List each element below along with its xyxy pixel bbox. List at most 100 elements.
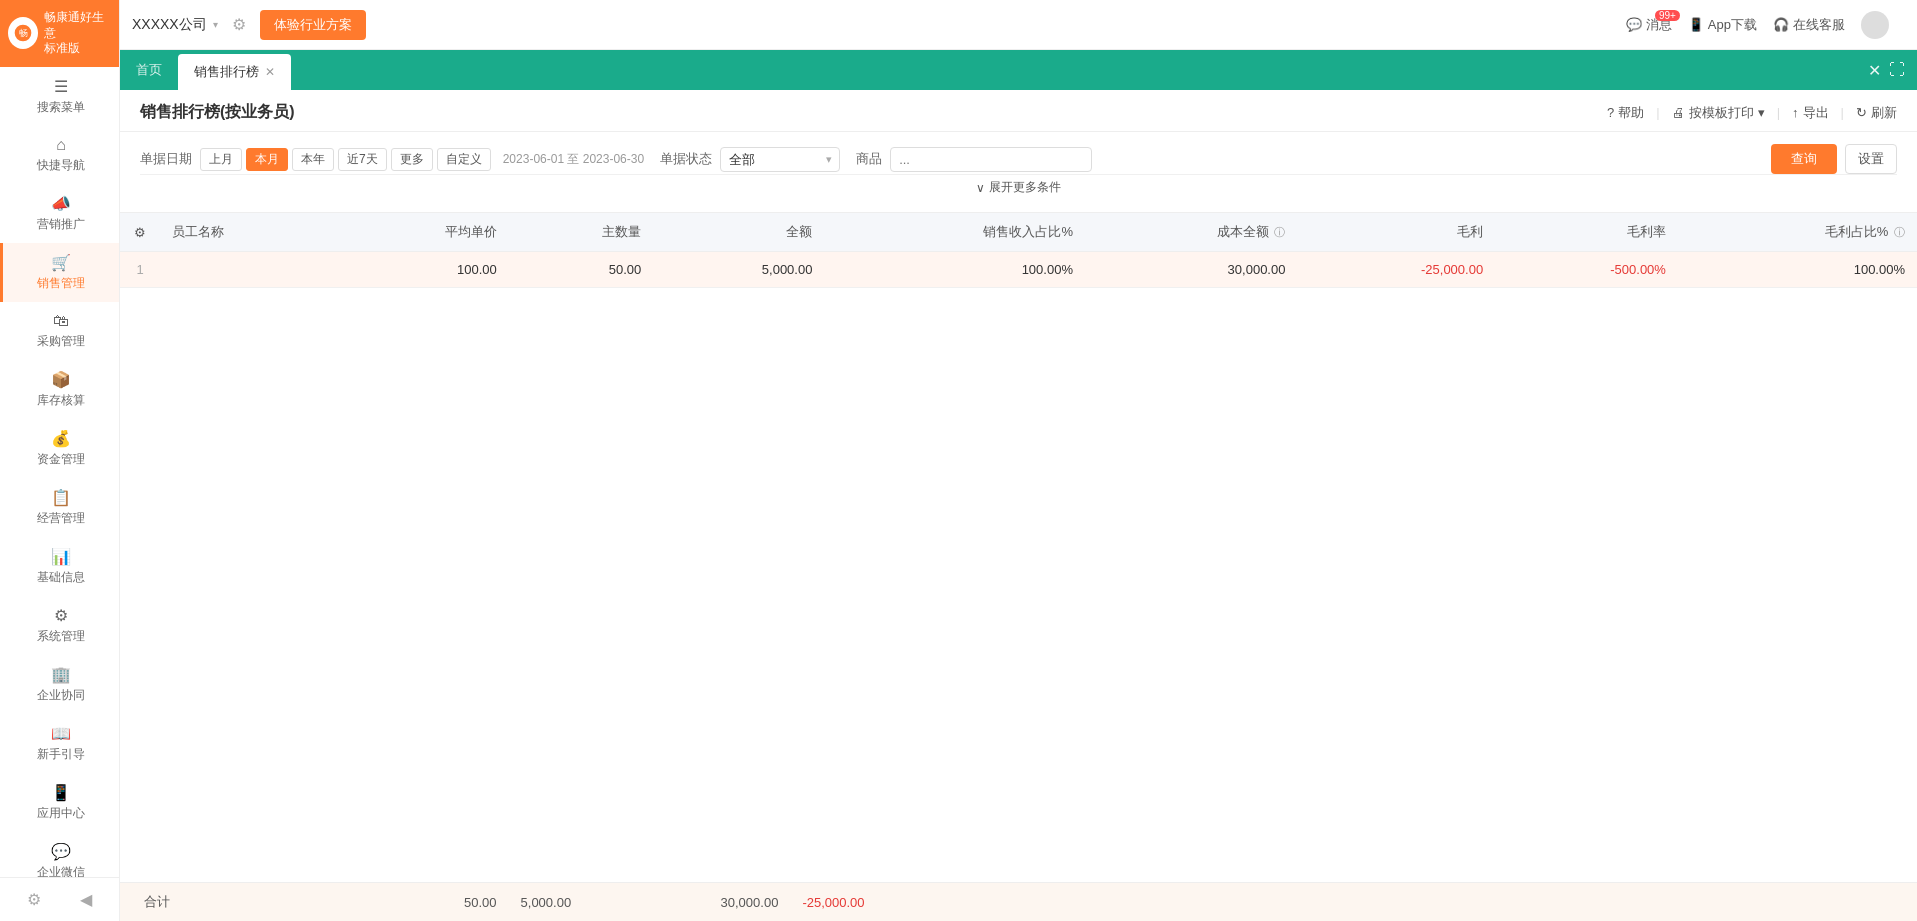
sidebar-item-sales[interactable]: 🛒 销售管理 — [0, 243, 119, 302]
sidebar-item-app-center[interactable]: 📱 应用中心 — [0, 773, 119, 832]
prev-month-btn[interactable]: 上月 — [200, 148, 242, 171]
expand-conditions-btn[interactable]: ∨ 展开更多条件 — [976, 179, 1061, 196]
trial-btn[interactable]: 体验行业方案 — [260, 10, 366, 40]
sidebar-item-enterprise[interactable]: 🏢 企业协同 — [0, 655, 119, 714]
sidebar-item-quick-nav[interactable]: ⌂ 快捷导航 — [0, 126, 119, 184]
sidebar-collapse-btn[interactable]: ◀ — [76, 886, 96, 913]
date-range-text: 2023-06-01 至 2023-06-30 — [503, 151, 644, 168]
sidebar-item-marketing[interactable]: 📣 营销推广 — [0, 184, 119, 243]
service-btn[interactable]: 🎧 在线客服 — [1773, 16, 1845, 34]
col-amount: 全额 — [653, 213, 824, 252]
cell-qty: 50.00 — [509, 252, 654, 288]
goods-input[interactable] — [890, 147, 1092, 172]
wechat-icon: 💬 — [51, 842, 71, 861]
cost-info-icon: ⓘ — [1274, 226, 1285, 238]
query-btn[interactable]: 查询 — [1771, 144, 1837, 174]
footer-amount: 5,000.00 — [509, 895, 609, 910]
inventory-icon: 📦 — [51, 370, 71, 389]
topbar-right: 💬 消息 99+ 📱 App下载 🎧 在线客服 — [1626, 11, 1905, 39]
col-settings-icon[interactable]: ⚙ — [134, 225, 146, 240]
page-title: 销售排行榜(按业务员) — [140, 102, 295, 123]
expand-bar: ∨ 展开更多条件 — [140, 174, 1897, 200]
cell-amount: 5,000.00 — [653, 252, 824, 288]
filter-actions: 查询 设置 — [1771, 144, 1897, 174]
more-btn[interactable]: 更多 — [391, 148, 433, 171]
guide-icon: 📖 — [51, 724, 71, 743]
goods-input-wrap — [890, 147, 1092, 172]
data-table: ⚙ 员工名称 平均单价 主数量 全额 销售收入占比% 成本全额 ⓘ 毛利 毛利率 — [120, 213, 1917, 288]
col-gross-rate: 毛利率 — [1495, 213, 1678, 252]
sidebar-settings-btn[interactable]: ⚙ — [23, 886, 45, 913]
sidebar-item-inventory[interactable]: 📦 库存核算 — [0, 360, 119, 419]
tab-close-icon[interactable]: ✕ — [265, 65, 275, 79]
system-icon: ⚙ — [54, 606, 68, 625]
sidebar-item-basic-info[interactable]: 📊 基础信息 — [0, 537, 119, 596]
content-area: 销售排行榜(按业务员) ? 帮助 | 🖨 按模板打印 ▾ | ↑ 导出 | — [120, 90, 1917, 921]
filter-settings-btn[interactable]: 设置 — [1845, 144, 1897, 174]
footer-cost: 30,000.00 — [709, 895, 791, 910]
tab-home[interactable]: 首页 — [120, 50, 178, 90]
col-settings: ⚙ — [120, 213, 160, 252]
cell-rank: 1 — [120, 252, 160, 288]
current-month-btn[interactable]: 本月 — [246, 148, 288, 171]
sidebar-item-operations[interactable]: 📋 经营管理 — [0, 478, 119, 537]
sidebar-item-finance[interactable]: 💰 资金管理 — [0, 419, 119, 478]
table-header-row: ⚙ 员工名称 平均单价 主数量 全额 销售收入占比% 成本全额 ⓘ 毛利 毛利率 — [120, 213, 1917, 252]
message-btn[interactable]: 💬 消息 99+ — [1626, 16, 1672, 34]
col-gross: 毛利 — [1297, 213, 1495, 252]
col-gross-pct: 毛利占比% ⓘ — [1678, 213, 1917, 252]
finance-icon: 💰 — [51, 429, 71, 448]
goods-label: 商品 — [856, 150, 882, 168]
service-icon: 🎧 — [1773, 17, 1789, 32]
7days-btn[interactable]: 近7天 — [338, 148, 387, 171]
refresh-btn[interactable]: ↻ 刷新 — [1856, 104, 1897, 122]
status-filter: 单据状态 全部 已审核 未审核 — [660, 147, 840, 172]
status-select[interactable]: 全部 已审核 未审核 — [720, 147, 840, 172]
col-sales-pct: 销售收入占比% — [824, 213, 1085, 252]
sidebar: 畅 畅康通好生意 标准版 ☰ 搜索菜单 ⌂ 快捷导航 📣 营销推广 🛒 销售管理… — [0, 0, 120, 921]
basic-info-icon: 📊 — [51, 547, 71, 566]
cell-gross: -25,000.00 — [1297, 252, 1495, 288]
avatar[interactable] — [1861, 11, 1889, 39]
topbar-settings-icon[interactable]: ⚙ — [228, 11, 250, 38]
cell-gross-rate: -500.00% — [1495, 252, 1678, 288]
svg-text:畅: 畅 — [18, 29, 27, 39]
expand-chevron-icon: ∨ — [976, 181, 985, 195]
footer-gross: -25,000.00 — [790, 895, 876, 910]
sidebar-logo: 畅 畅康通好生意 标准版 — [0, 0, 119, 67]
app-download-btn[interactable]: 📱 App下载 — [1688, 16, 1757, 34]
date-buttons: 上月 本月 本年 近7天 更多 自定义 — [200, 148, 491, 171]
sidebar-item-search[interactable]: ☰ 搜索菜单 — [0, 67, 119, 126]
table-wrap: ⚙ 员工名称 平均单价 主数量 全额 销售收入占比% 成本全额 ⓘ 毛利 毛利率 — [120, 213, 1917, 882]
sidebar-item-purchase[interactable]: 🛍 采购管理 — [0, 302, 119, 360]
tab-close-all-btn[interactable]: ✕ — [1868, 61, 1881, 80]
refresh-icon: ↻ — [1856, 105, 1867, 120]
tab-expand-btn[interactable]: ⛶ — [1889, 61, 1905, 79]
help-btn[interactable]: ? 帮助 — [1607, 104, 1644, 122]
company-name: XXXXX公司 — [132, 16, 207, 34]
tab-sales-rank[interactable]: 销售排行榜 ✕ — [178, 54, 291, 90]
date-filter: 单据日期 上月 本月 本年 近7天 更多 自定义 2023-06-01 至 20… — [140, 148, 644, 171]
year-btn[interactable]: 本年 — [292, 148, 334, 171]
divider2: | — [1777, 105, 1780, 120]
company-arrow-icon: ▾ — [213, 19, 218, 30]
export-btn[interactable]: ↑ 导出 — [1792, 104, 1829, 122]
print-arrow-icon: ▾ — [1758, 105, 1765, 120]
status-label: 单据状态 — [660, 150, 712, 168]
goods-filter: 商品 — [856, 147, 1092, 172]
filter-row: 单据日期 上月 本月 本年 近7天 更多 自定义 2023-06-01 至 20… — [140, 144, 1897, 174]
cell-avg-price: 100.00 — [334, 252, 508, 288]
sidebar-item-guide[interactable]: 📖 新手引导 — [0, 714, 119, 773]
divider3: | — [1841, 105, 1844, 120]
company-selector[interactable]: XXXXX公司 ▾ — [132, 16, 218, 34]
gross-pct-info-icon: ⓘ — [1894, 226, 1905, 238]
sidebar-item-wechat[interactable]: 💬 企业微信 — [0, 832, 119, 877]
custom-btn[interactable]: 自定义 — [437, 148, 491, 171]
table-body: 1 100.00 50.00 5,000.00 100.00% 30,000.0… — [120, 252, 1917, 288]
app-center-icon: 📱 — [51, 783, 71, 802]
print-btn[interactable]: 🖨 按模板打印 ▾ — [1672, 104, 1765, 122]
sidebar-nav: ☰ 搜索菜单 ⌂ 快捷导航 📣 营销推广 🛒 销售管理 🛍 采购管理 📦 库存核… — [0, 67, 119, 877]
sales-icon: 🛒 — [51, 253, 71, 272]
cell-cost: 30,000.00 — [1085, 252, 1298, 288]
sidebar-item-system[interactable]: ⚙ 系统管理 — [0, 596, 119, 655]
